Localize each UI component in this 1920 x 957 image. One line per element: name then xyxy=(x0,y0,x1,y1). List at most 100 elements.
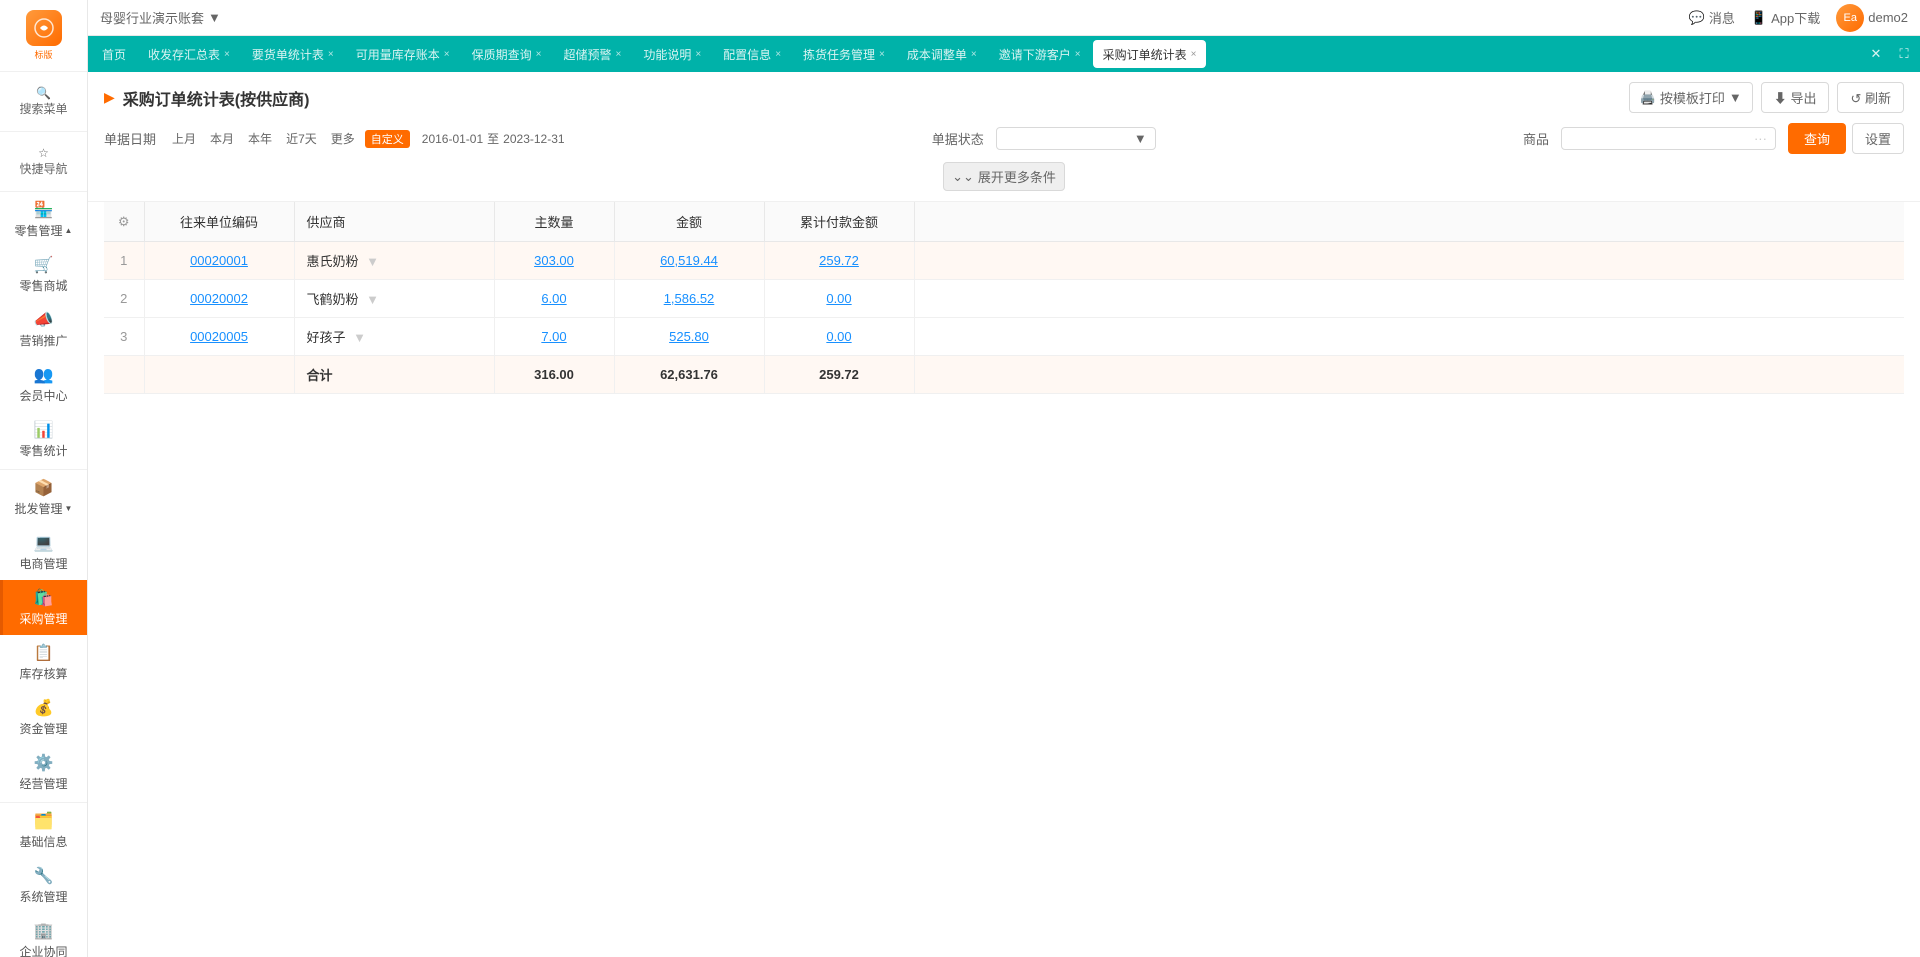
shortcut-nav-item[interactable]: ☆ 快捷导航 xyxy=(8,140,79,183)
print-label: 按模板打印 xyxy=(1660,88,1725,107)
tab-10[interactable]: 邀请下游客户 × xyxy=(989,40,1091,68)
tab-8[interactable]: 拣货任务管理 × xyxy=(793,40,895,68)
row-3-code-link[interactable]: 00020005 xyxy=(190,329,248,344)
sidebar-item-retail[interactable]: 🏪 零售管理 ▲ xyxy=(0,192,87,247)
sidebar-item-basic[interactable]: 🗂️ 基础信息 xyxy=(0,803,87,858)
sidebar-item-inventory[interactable]: 📋 库存核算 xyxy=(0,635,87,690)
tab-7-close-icon[interactable]: × xyxy=(775,49,781,60)
topbar-right: 💬 消息 📱 App下载 Ea demo2 xyxy=(1689,4,1908,32)
footer-amount: 62,631.76 xyxy=(614,356,764,394)
search-menu-area[interactable]: 🔍 搜索菜单 xyxy=(0,72,87,132)
username-label: demo2 xyxy=(1868,10,1908,25)
close-tab-btn[interactable]: ✕ xyxy=(1864,42,1888,66)
home-label: 首页 xyxy=(102,46,126,63)
toggle-filter-btn[interactable]: ▶ xyxy=(104,89,115,106)
sidebar-item-system[interactable]: 🔧 系统管理 xyxy=(0,858,87,913)
tab-9[interactable]: 成本调整单 × xyxy=(897,40,987,68)
shortcut-7days[interactable]: 近7天 xyxy=(282,129,321,148)
query-btn[interactable]: 查询 xyxy=(1788,123,1846,154)
tab-7[interactable]: 配置信息 × xyxy=(713,40,791,68)
row-2-supplier-arrow[interactable]: ▼ xyxy=(366,292,379,307)
sidebar-item-ecommerce[interactable]: 💻 电商管理 xyxy=(0,525,87,580)
tab-8-close-icon[interactable]: × xyxy=(879,49,885,60)
status-select[interactable]: ▼ xyxy=(996,127,1156,150)
tab-bar-actions: ✕ ⛶ xyxy=(1864,42,1916,66)
shortcut-this-month[interactable]: 本月 xyxy=(206,129,238,148)
goods-search-input[interactable] xyxy=(1570,131,1750,146)
retail-label-row: 零售管理 ▲ xyxy=(15,222,73,239)
refresh-btn[interactable]: ↺ 刷新 xyxy=(1837,82,1904,113)
tab-10-close-icon[interactable]: × xyxy=(1075,49,1081,60)
sidebar-item-enterprise[interactable]: 🏢 企业协同 xyxy=(0,913,87,957)
row-1-supplier-arrow[interactable]: ▼ xyxy=(366,254,379,269)
tab-6-close-icon[interactable]: × xyxy=(695,49,701,60)
row-3-amount: 525.80 xyxy=(614,318,764,356)
sidebar-item-wholesale[interactable]: 📦 批发管理 ▼ xyxy=(0,470,87,525)
sidebar-item-member[interactable]: 👥 会员中心 xyxy=(0,357,87,412)
shortcut-last-month[interactable]: 上月 xyxy=(168,129,200,148)
tab-2-close-icon[interactable]: × xyxy=(328,49,334,60)
col-settings-icon[interactable]: ⚙ xyxy=(118,214,130,229)
sidebar-system-label: 系统管理 xyxy=(19,888,67,905)
date-from[interactable]: 2016-01-01 xyxy=(422,132,483,146)
tab-home[interactable]: 首页 xyxy=(92,40,136,68)
tab-7-label: 配置信息 xyxy=(723,46,771,63)
sidebar-item-retail-stat[interactable]: 📊 零售统计 xyxy=(0,412,87,467)
row-1-paid-link[interactable]: 259.72 xyxy=(819,253,859,268)
row-2-qty-link[interactable]: 6.00 xyxy=(541,291,566,306)
sidebar-item-operation[interactable]: ⚙️ 经营管理 xyxy=(0,745,87,800)
expand-more-btn[interactable]: ⌄⌄ 展开更多条件 xyxy=(943,162,1065,191)
row-2-code-link[interactable]: 00020002 xyxy=(190,291,248,306)
row-1-code-link[interactable]: 00020001 xyxy=(190,253,248,268)
footer-paid: 259.72 xyxy=(764,356,914,394)
row-3-supplier-arrow[interactable]: ▼ xyxy=(353,330,366,345)
row-2-amount-link[interactable]: 1,586.52 xyxy=(664,291,715,306)
row-3-supplier: 好孩子 ▼ xyxy=(294,318,494,356)
settings-btn[interactable]: 设置 xyxy=(1852,123,1904,154)
fullscreen-btn[interactable]: ⛶ xyxy=(1892,42,1916,66)
row-1-qty-link[interactable]: 303.00 xyxy=(534,253,574,268)
tab-1-close-icon[interactable]: × xyxy=(224,49,230,60)
shortcut-this-year[interactable]: 本年 xyxy=(244,129,276,148)
shortcut-nav-area[interactable]: ☆ 快捷导航 xyxy=(0,132,87,192)
row-1-amount-link[interactable]: 60,519.44 xyxy=(660,253,718,268)
sidebar-item-retail-mall[interactable]: 🛒 零售商城 xyxy=(0,247,87,302)
tab-4[interactable]: 保质期查询 × xyxy=(462,40,552,68)
tab-3-close-icon[interactable]: × xyxy=(444,49,450,60)
goods-input[interactable]: ··· xyxy=(1561,127,1776,150)
tab-5-close-icon[interactable]: × xyxy=(615,49,621,60)
tab-5[interactable]: 超储预警 × xyxy=(553,40,631,68)
search-menu-label: 搜索菜单 xyxy=(19,100,67,117)
tab-2[interactable]: 要货单统计表 × xyxy=(242,40,344,68)
tab-3[interactable]: 可用量库存账本 × xyxy=(346,40,460,68)
message-label: 消息 xyxy=(1709,8,1735,27)
sidebar-ecommerce-label: 电商管理 xyxy=(19,555,67,572)
message-btn[interactable]: 💬 消息 xyxy=(1689,8,1735,27)
sidebar-item-finance[interactable]: 💰 资金管理 xyxy=(0,690,87,745)
goods-more-icon[interactable]: ··· xyxy=(1754,131,1767,146)
sidebar-item-marketing[interactable]: 📣 营销推广 xyxy=(0,302,87,357)
print-btn[interactable]: 🖨️ 按模板打印 ▼ xyxy=(1629,82,1753,113)
row-3-amount-link[interactable]: 525.80 xyxy=(669,329,709,344)
expand-down-icon: ⌄⌄ xyxy=(952,169,974,185)
tab-4-close-icon[interactable]: × xyxy=(536,49,542,60)
app-download-btn[interactable]: 📱 App下载 xyxy=(1751,8,1820,27)
user-profile[interactable]: Ea demo2 xyxy=(1836,4,1908,32)
tab-1[interactable]: 收发存汇总表 × xyxy=(138,40,240,68)
company-selector[interactable]: 母婴行业演示账套 ▼ xyxy=(100,8,221,27)
row-3-qty-link[interactable]: 7.00 xyxy=(541,329,566,344)
search-menu-item[interactable]: 🔍 搜索菜单 xyxy=(8,80,79,123)
shortcut-more[interactable]: 更多 xyxy=(327,129,359,148)
tab-11-close-icon[interactable]: × xyxy=(1191,49,1197,60)
row-2-code: 00020002 xyxy=(144,280,294,318)
row-2-paid-link[interactable]: 0.00 xyxy=(826,291,851,306)
tab-6[interactable]: 功能说明 × xyxy=(633,40,711,68)
tab-11[interactable]: 采购订单统计表 × xyxy=(1093,40,1207,68)
custom-date-badge[interactable]: 自定义 xyxy=(365,130,410,148)
row-3-paid-link[interactable]: 0.00 xyxy=(826,329,851,344)
tab-9-close-icon[interactable]: × xyxy=(971,49,977,60)
export-btn[interactable]: ⬇ 导出 xyxy=(1761,82,1830,113)
sidebar-retail-mall-label: 零售商城 xyxy=(19,277,67,294)
sidebar-item-purchase[interactable]: 🛍️ 采购管理 xyxy=(0,580,87,635)
date-to[interactable]: 2023-12-31 xyxy=(503,132,564,146)
